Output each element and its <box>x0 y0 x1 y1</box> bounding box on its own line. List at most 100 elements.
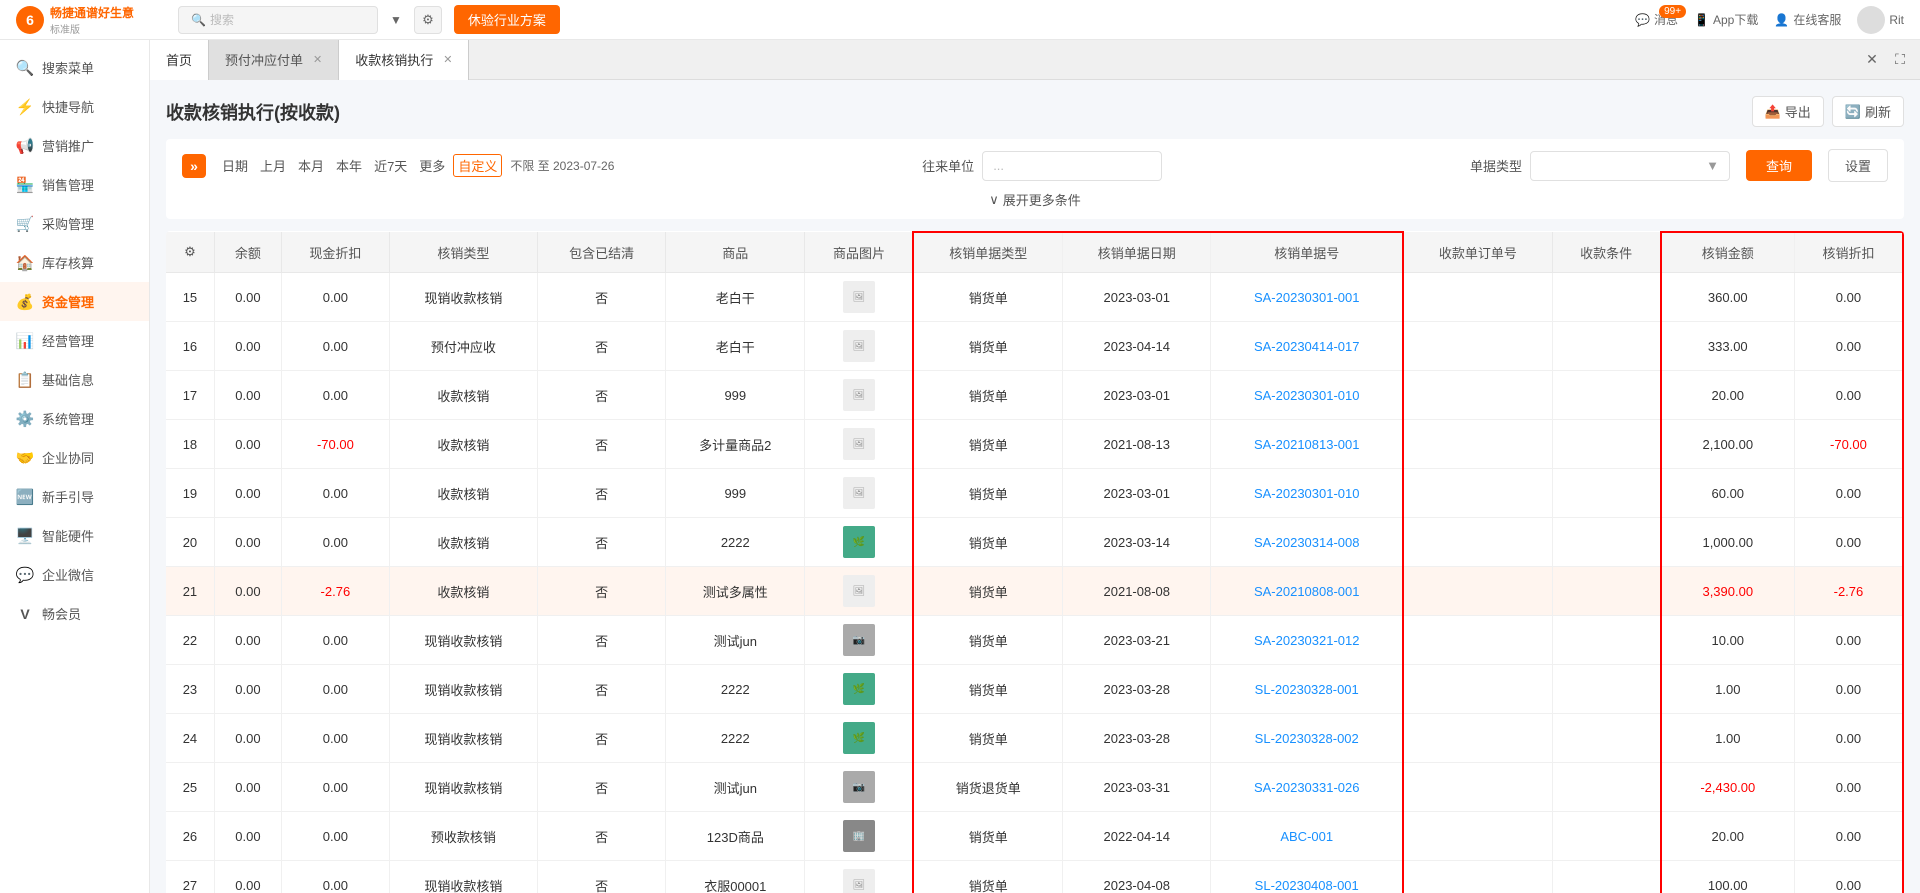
tab-prepay-close[interactable]: ✕ <box>313 53 322 66</box>
cell-balance: 0.00 <box>214 273 281 322</box>
logo-char: 6 <box>26 12 34 28</box>
cell-include-settled: 否 <box>538 567 666 616</box>
verify-doc-link[interactable]: ABC-001 <box>1280 829 1333 844</box>
cell-verify-amount: 2,100.00 <box>1661 420 1795 469</box>
inventory-icon: 🏠 <box>16 254 34 272</box>
tab-close-all-btn[interactable]: ✕ <box>1860 48 1884 72</box>
sidebar-item-marketing[interactable]: 📢 营销推广 <box>0 126 149 165</box>
cell-collection-order-no <box>1403 420 1552 469</box>
operation-icon: 📊 <box>16 332 34 350</box>
sidebar-item-inventory[interactable]: 🏠 库存核算 <box>0 243 149 282</box>
cell-collection-order-no <box>1403 469 1552 518</box>
messages-btn[interactable]: 💬 消息 99+ <box>1635 11 1678 28</box>
col-verify-doc-no: 核销单据号 <box>1211 232 1403 273</box>
cell-verify-doc-no: SA-20230301-010 <box>1211 371 1403 420</box>
date-this-month[interactable]: 本月 <box>294 154 328 177</box>
sidebar-item-quick-nav[interactable]: ⚡ 快捷导航 <box>0 87 149 126</box>
settings-gear-btn[interactable]: ⚙ <box>414 6 442 34</box>
expand-more-btn[interactable]: ∨ 展开更多条件 <box>182 190 1888 209</box>
refresh-btn[interactable]: 🔄 刷新 <box>1832 96 1904 127</box>
sidebar-item-sales[interactable]: 🏪 销售管理 <box>0 165 149 204</box>
query-btn[interactable]: 查询 <box>1746 150 1812 181</box>
sidebar-item-operation[interactable]: 📊 经营管理 <box>0 321 149 360</box>
col-verify-discount: 核销折扣 <box>1794 232 1903 273</box>
search-box[interactable]: 🔍 搜索 <box>178 6 378 34</box>
sidebar-item-guide[interactable]: 🆕 新手引导 <box>0 477 149 516</box>
cell-row-no: 16 <box>166 322 214 371</box>
cell-verify-type: 收款核销 <box>389 518 537 567</box>
date-7days[interactable]: 近7天 <box>370 154 411 177</box>
verify-doc-link[interactable]: SA-20230301-010 <box>1254 486 1360 501</box>
verify-doc-link[interactable]: SA-20230314-008 <box>1254 535 1360 550</box>
partner-input[interactable]: ... <box>982 151 1162 181</box>
date-custom[interactable]: 自定义 <box>453 154 502 177</box>
sidebar-item-base[interactable]: 📋 基础信息 <box>0 360 149 399</box>
cell-verify-type: 现销收款核销 <box>389 665 537 714</box>
industry-solution-btn[interactable]: 休验行业方案 <box>454 5 560 34</box>
export-icon: 📤 <box>1765 104 1781 120</box>
verify-doc-link[interactable]: SL-20230328-001 <box>1255 682 1359 697</box>
cell-verify-type: 收款核销 <box>389 567 537 616</box>
sidebar-item-system[interactable]: ⚙️ 系统管理 <box>0 399 149 438</box>
verify-doc-link[interactable]: SL-20230408-001 <box>1255 878 1359 893</box>
tab-collection[interactable]: 收款核销执行 ✕ <box>339 40 469 80</box>
sidebar-item-enterprise[interactable]: 🤝 企业协同 <box>0 438 149 477</box>
cell-collection-condition <box>1552 518 1661 567</box>
doc-type-select[interactable]: ▼ <box>1530 151 1730 181</box>
search-dropdown-btn[interactable]: ▼ <box>390 13 402 27</box>
cell-collection-condition <box>1552 861 1661 893</box>
tab-home[interactable]: 首页 <box>150 40 209 80</box>
app-download-btn[interactable]: 📱 App下载 <box>1694 11 1758 28</box>
tab-actions: ✕ ⛶ <box>1860 48 1920 72</box>
user-area[interactable]: Rit <box>1857 6 1904 34</box>
cell-balance: 0.00 <box>214 861 281 893</box>
sidebar-label-sales: 销售管理 <box>42 175 94 194</box>
cell-verify-doc-type: 销货单 <box>913 322 1062 371</box>
sidebar-item-vip[interactable]: V 畅会员 <box>0 594 149 633</box>
setting-btn[interactable]: 设置 <box>1828 149 1888 182</box>
date-this-year[interactable]: 本年 <box>332 154 366 177</box>
sidebar-item-capital[interactable]: 💰 资金管理 <box>0 282 149 321</box>
date-more[interactable]: 更多 <box>415 154 449 177</box>
verify-doc-link[interactable]: SA-20230301-010 <box>1254 388 1360 403</box>
user-avatar <box>1857 6 1885 34</box>
guide-icon: 🆕 <box>16 488 34 506</box>
verify-doc-link[interactable]: SA-20230301-001 <box>1254 290 1360 305</box>
table-row: 18 0.00 -70.00 收款核销 否 多计量商品2 🖼 销货单 2021-… <box>166 420 1903 469</box>
verify-doc-link[interactable]: SA-20210808-001 <box>1254 584 1360 599</box>
col-gear[interactable]: ⚙ <box>166 232 214 273</box>
tab-prepay[interactable]: 预付冲应付单 ✕ <box>209 40 339 80</box>
verify-doc-link[interactable]: SA-20230321-012 <box>1254 633 1360 648</box>
cell-balance: 0.00 <box>214 371 281 420</box>
date-last-month[interactable]: 上月 <box>256 154 290 177</box>
partner-label: 往来单位 <box>922 156 974 175</box>
export-btn[interactable]: 📤 导出 <box>1752 96 1824 127</box>
tab-expand-btn[interactable]: ⛶ <box>1888 48 1912 72</box>
cell-cash-discount: 0.00 <box>282 371 390 420</box>
online-service-btn[interactable]: 👤 在线客服 <box>1774 11 1841 28</box>
table-container: ⚙ 余额 现金折扣 核销类型 包含已结清 商品 商品图片 核销单据类型 核销单据… <box>166 231 1904 893</box>
doc-type-chevron-icon: ▼ <box>1706 158 1719 173</box>
cell-collection-order-no <box>1403 273 1552 322</box>
tab-collection-close[interactable]: ✕ <box>443 53 452 66</box>
product-thumbnail: 🖼 <box>843 281 875 313</box>
cell-verify-discount: 0.00 <box>1794 763 1903 812</box>
cell-verify-doc-no: SA-20230414-017 <box>1211 322 1403 371</box>
cell-balance: 0.00 <box>214 420 281 469</box>
filter-expand-btn[interactable]: » <box>182 154 206 178</box>
sidebar-item-search-menu[interactable]: 🔍 搜索菜单 <box>0 48 149 87</box>
cell-product-img: 🌿 <box>805 665 914 714</box>
purchase-icon: 🛒 <box>16 215 34 233</box>
data-table: ⚙ 余额 现金折扣 核销类型 包含已结清 商品 商品图片 核销单据类型 核销单据… <box>166 231 1904 893</box>
cell-verify-type: 预付冲应收 <box>389 322 537 371</box>
verify-doc-link[interactable]: SA-20230331-026 <box>1254 780 1360 795</box>
sidebar-item-wechat[interactable]: 💬 企业微信 <box>0 555 149 594</box>
sidebar-item-purchase[interactable]: 🛒 采购管理 <box>0 204 149 243</box>
verify-doc-link[interactable]: SL-20230328-002 <box>1255 731 1359 746</box>
cell-product-img: 🌿 <box>805 518 914 567</box>
verify-doc-link[interactable]: SA-20230414-017 <box>1254 339 1360 354</box>
cell-product-img: 🏢 <box>805 812 914 861</box>
verify-doc-link[interactable]: SA-20210813-001 <box>1254 437 1360 452</box>
sidebar-item-hardware[interactable]: 🖥️ 智能硬件 <box>0 516 149 555</box>
system-icon: ⚙️ <box>16 410 34 428</box>
